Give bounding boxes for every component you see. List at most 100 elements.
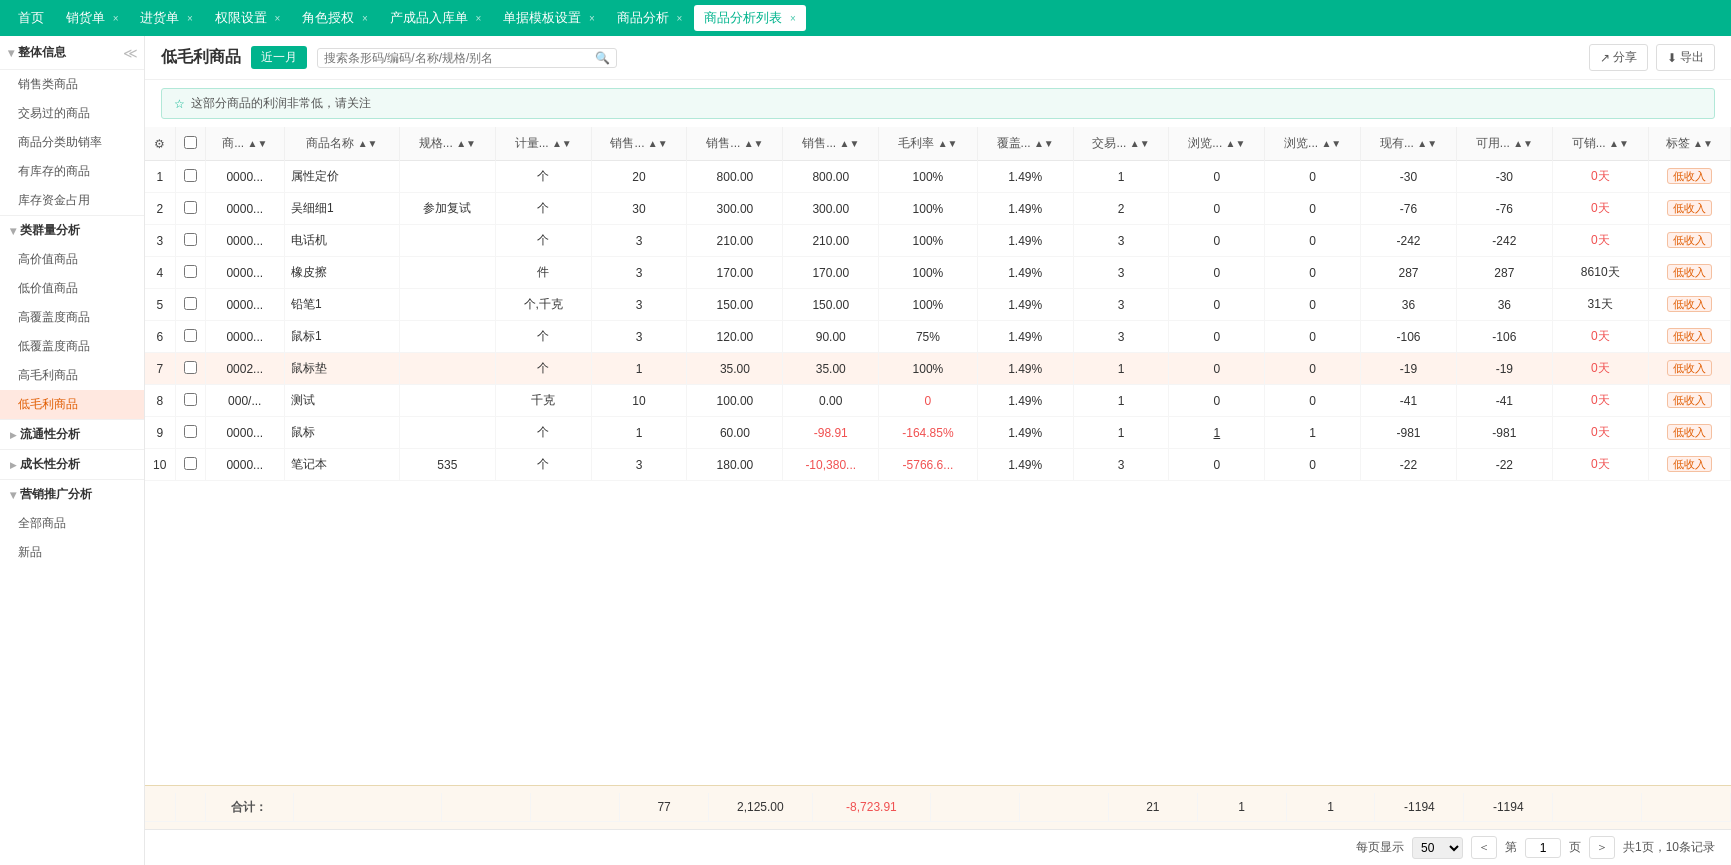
row-checkbox[interactable] xyxy=(175,257,205,289)
search-icon[interactable]: 🔍 xyxy=(595,51,610,65)
nav-sales[interactable]: 销货单 × xyxy=(56,5,128,31)
row-saleable-days: 0天 xyxy=(1552,193,1648,225)
sidebar-item-sales-goods[interactable]: 销售类商品 xyxy=(0,70,144,99)
main-layout: ▾ 整体信息 ≪ 销售类商品 交易过的商品 商品分类助销率 有库存的商品 库存资… xyxy=(0,36,1731,865)
sidebar-item-high-value[interactable]: 高价值商品 xyxy=(0,245,144,274)
nav-home[interactable]: 首页 xyxy=(8,5,54,31)
table-wrapper[interactable]: ⚙ 商... ▲▼ 商品名称 ▲▼ 规格... ▲▼ 计量... ▲▼ 销售..… xyxy=(145,127,1731,785)
row-checkbox[interactable] xyxy=(175,385,205,417)
row-browse1[interactable]: 0 xyxy=(1169,193,1265,225)
col-code[interactable]: 商... ▲▼ xyxy=(205,127,284,161)
nav-purchase-close[interactable]: × xyxy=(187,13,193,24)
nav-role[interactable]: 角色授权 × xyxy=(292,5,377,31)
row-available: -981 xyxy=(1456,417,1552,449)
nav-product-in-close[interactable]: × xyxy=(476,13,482,24)
next-page-button[interactable]: ＞ xyxy=(1589,836,1615,859)
sidebar-section-group[interactable]: ▾ 类群量分析 xyxy=(0,215,144,245)
col-available[interactable]: 可用... ▲▼ xyxy=(1456,127,1552,161)
nav-product-in[interactable]: 产成品入库单 × xyxy=(380,5,491,31)
nav-goods-list-close[interactable]: × xyxy=(790,13,796,24)
sidebar-item-high-coverage[interactable]: 高覆盖度商品 xyxy=(0,303,144,332)
row-checkbox[interactable] xyxy=(175,321,205,353)
col-name[interactable]: 商品名称 ▲▼ xyxy=(284,127,399,161)
row-checkbox[interactable] xyxy=(175,353,205,385)
page-end-label: 页 xyxy=(1569,839,1581,856)
col-unit[interactable]: 计量... ▲▼ xyxy=(495,127,591,161)
prev-page-button[interactable]: ＜ xyxy=(1471,836,1497,859)
row-trade: 3 xyxy=(1073,449,1169,481)
row-browse1[interactable]: 1 xyxy=(1169,417,1265,449)
nav-template[interactable]: 单据模板设置 × xyxy=(493,5,604,31)
row-checkbox[interactable] xyxy=(175,225,205,257)
sidebar-item-stock-capital[interactable]: 库存资金占用 xyxy=(0,186,144,215)
col-profit-rate[interactable]: 毛利率 ▲▼ xyxy=(879,127,978,161)
col-coverage[interactable]: 覆盖... ▲▼ xyxy=(977,127,1073,161)
col-sales2[interactable]: 销售... ▲▼ xyxy=(687,127,783,161)
sidebar-item-category-rate[interactable]: 商品分类助销率 xyxy=(0,128,144,157)
row-browse1[interactable]: 0 xyxy=(1169,449,1265,481)
col-browse1[interactable]: 浏览... ▲▼ xyxy=(1169,127,1265,161)
nav-permission-close[interactable]: × xyxy=(275,13,281,24)
search-input[interactable] xyxy=(324,51,595,65)
row-browse1[interactable]: 0 xyxy=(1169,385,1265,417)
row-col7: 180.00 xyxy=(687,449,783,481)
row-browse1[interactable]: 0 xyxy=(1169,225,1265,257)
row-checkbox[interactable] xyxy=(175,417,205,449)
row-trade: 3 xyxy=(1073,321,1169,353)
sidebar-section-growth[interactable]: ▸ 成长性分析 xyxy=(0,449,144,479)
nav-purchase[interactable]: 进货单 × xyxy=(130,5,202,31)
col-saleable[interactable]: 可销... ▲▼ xyxy=(1552,127,1648,161)
sidebar-item-low-coverage[interactable]: 低覆盖度商品 xyxy=(0,332,144,361)
search-box: 🔍 xyxy=(317,48,617,68)
sidebar-item-low-profit[interactable]: 低毛利商品 xyxy=(0,390,144,419)
sidebar-item-in-stock[interactable]: 有库存的商品 xyxy=(0,157,144,186)
nav-sales-close[interactable]: × xyxy=(113,13,119,24)
row-checkbox[interactable] xyxy=(175,193,205,225)
sidebar-item-all-goods[interactable]: 全部商品 xyxy=(0,509,144,538)
col-browse2[interactable]: 浏览... ▲▼ xyxy=(1265,127,1361,161)
sidebar-item-high-profit[interactable]: 高毛利商品 xyxy=(0,361,144,390)
col-sales3[interactable]: 销售... ▲▼ xyxy=(783,127,879,161)
per-page-select[interactable]: 50 100 200 xyxy=(1412,837,1463,859)
row-col8: 35.00 xyxy=(783,353,879,385)
col-settings-icon[interactable]: ⚙ xyxy=(145,127,175,161)
nav-role-close[interactable]: × xyxy=(362,13,368,24)
row-browse1[interactable]: 0 xyxy=(1169,289,1265,321)
col-spec[interactable]: 规格... ▲▼ xyxy=(399,127,495,161)
page-input[interactable] xyxy=(1525,838,1561,858)
sidebar-section-overall[interactable]: ▾ 整体信息 xyxy=(6,40,68,65)
sidebar-item-low-value[interactable]: 低价值商品 xyxy=(0,274,144,303)
sidebar-item-new-goods[interactable]: 新品 xyxy=(0,538,144,567)
sidebar-collapse-icon[interactable]: ≪ xyxy=(123,45,138,61)
row-browse1[interactable]: 0 xyxy=(1169,353,1265,385)
row-checkbox[interactable] xyxy=(175,161,205,193)
col-trade[interactable]: 交易... ▲▼ xyxy=(1073,127,1169,161)
row-col8: 210.00 xyxy=(783,225,879,257)
nav-goods-analysis-close[interactable]: × xyxy=(676,13,682,24)
nav-permission[interactable]: 权限设置 × xyxy=(205,5,290,31)
nav-goods-analysis[interactable]: 商品分析 × xyxy=(607,5,692,31)
export-button[interactable]: ⬇ 导出 xyxy=(1656,44,1715,71)
nav-template-close[interactable]: × xyxy=(589,13,595,24)
col-current[interactable]: 现有... ▲▼ xyxy=(1361,127,1457,161)
row-checkbox[interactable] xyxy=(175,289,205,321)
sidebar-section-flow[interactable]: ▸ 流通性分析 xyxy=(0,419,144,449)
row-spec xyxy=(399,225,495,257)
row-checkbox[interactable] xyxy=(175,449,205,481)
row-saleable-days: 0天 xyxy=(1552,321,1648,353)
row-saleable-days: 0天 xyxy=(1552,353,1648,385)
col-tag[interactable]: 标签 ▲▼ xyxy=(1648,127,1730,161)
row-browse1[interactable]: 0 xyxy=(1169,161,1265,193)
col-sales1[interactable]: 销售... ▲▼ xyxy=(591,127,687,161)
select-all-checkbox[interactable] xyxy=(184,136,197,149)
col-checkbox-all[interactable] xyxy=(175,127,205,161)
sidebar-section-marketing[interactable]: ▾ 营销推广分析 xyxy=(0,479,144,509)
row-code: 0000... xyxy=(205,225,284,257)
row-browse1[interactable]: 0 xyxy=(1169,321,1265,353)
share-button[interactable]: ↗ 分享 xyxy=(1589,44,1648,71)
row-browse1[interactable]: 0 xyxy=(1169,257,1265,289)
row-current: -242 xyxy=(1361,225,1457,257)
sidebar-item-traded-goods[interactable]: 交易过的商品 xyxy=(0,99,144,128)
nav-goods-analysis-list[interactable]: 商品分析列表 × xyxy=(694,5,805,31)
time-filter-button[interactable]: 近一月 xyxy=(251,46,307,69)
